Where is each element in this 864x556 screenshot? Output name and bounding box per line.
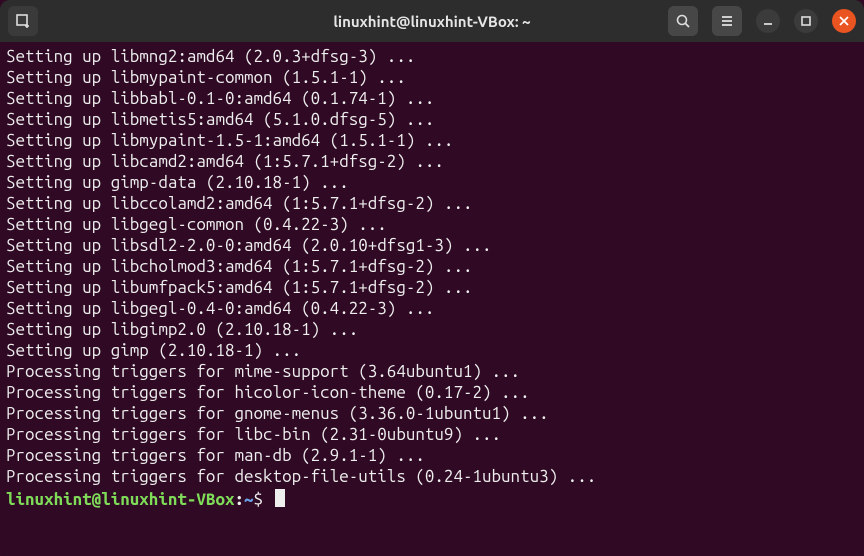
terminal-output-line: Setting up libccolamd2:amd64 (1:5.7.1+df… <box>6 193 858 214</box>
terminal-output-line: Setting up libcholmod3:amd64 (1:5.7.1+df… <box>6 256 858 277</box>
close-icon <box>838 15 850 27</box>
menu-button[interactable] <box>712 6 742 36</box>
terminal-output-line: Processing triggers for man-db (2.9.1-1)… <box>6 445 858 466</box>
new-tab-button[interactable] <box>8 6 38 36</box>
prompt-user-host: linuxhint@linuxhint-VBox <box>6 490 234 509</box>
hamburger-icon <box>719 13 735 29</box>
prompt-colon: : <box>234 490 244 509</box>
terminal-output-line: Processing triggers for hicolor-icon-the… <box>6 382 858 403</box>
terminal-output-line: Setting up libgegl-0.4-0:amd64 (0.4.22-3… <box>6 298 858 319</box>
terminal-output-line: Processing triggers for libc-bin (2.31-0… <box>6 424 858 445</box>
minimize-icon <box>762 15 774 27</box>
terminal-output-line: Processing triggers for desktop-file-uti… <box>6 466 858 487</box>
search-button[interactable] <box>668 6 698 36</box>
terminal-output-line: Setting up libcamd2:amd64 (1:5.7.1+dfsg-… <box>6 151 858 172</box>
new-tab-icon <box>15 13 31 29</box>
prompt-line[interactable]: linuxhint@linuxhint-VBox:~$ <box>6 489 858 510</box>
titlebar-right <box>656 6 856 36</box>
terminal-output-line: Setting up gimp (2.10.18-1) ... <box>6 340 858 361</box>
terminal-output-line: Setting up libmypaint-common (1.5.1-1) .… <box>6 67 858 88</box>
window-title: linuxhint@linuxhint-VBox: ~ <box>208 13 656 30</box>
titlebar-left <box>8 6 208 36</box>
search-icon <box>675 13 691 29</box>
minimize-button[interactable] <box>756 9 780 33</box>
terminal-output-line: Setting up libmetis5:amd64 (5.1.0.dfsg-5… <box>6 109 858 130</box>
close-button[interactable] <box>832 9 856 33</box>
terminal-body[interactable]: Setting up libmng2:amd64 (2.0.3+dfsg-3) … <box>0 42 864 556</box>
terminal-output-line: Processing triggers for mime-support (3.… <box>6 361 858 382</box>
terminal-output-line: Setting up libgegl-common (0.4.22-3) ... <box>6 214 858 235</box>
terminal-output-line: Setting up libmypaint-1.5-1:amd64 (1.5.1… <box>6 130 858 151</box>
terminal-output-line: Setting up libbabl-0.1-0:amd64 (0.1.74-1… <box>6 88 858 109</box>
maximize-icon <box>800 15 812 27</box>
titlebar: linuxhint@linuxhint-VBox: ~ <box>0 0 864 42</box>
terminal-output-line: Setting up libumfpack5:amd64 (1:5.7.1+df… <box>6 277 858 298</box>
terminal-window: linuxhint@linuxhint-VBox: ~ <box>0 0 864 556</box>
terminal-output-line: Setting up libgimp2.0 (2.10.18-1) ... <box>6 319 858 340</box>
terminal-output-line: Setting up gimp-data (2.10.18-1) ... <box>6 172 858 193</box>
prompt-dollar: $ <box>254 490 264 509</box>
terminal-output-line: Setting up libsdl2-2.0-0:amd64 (2.0.10+d… <box>6 235 858 256</box>
maximize-button[interactable] <box>794 9 818 33</box>
cursor <box>275 489 285 507</box>
terminal-output-line: Processing triggers for gnome-menus (3.3… <box>6 403 858 424</box>
terminal-output-line: Setting up libmng2:amd64 (2.0.3+dfsg-3) … <box>6 46 858 67</box>
prompt-path: ~ <box>244 490 254 509</box>
